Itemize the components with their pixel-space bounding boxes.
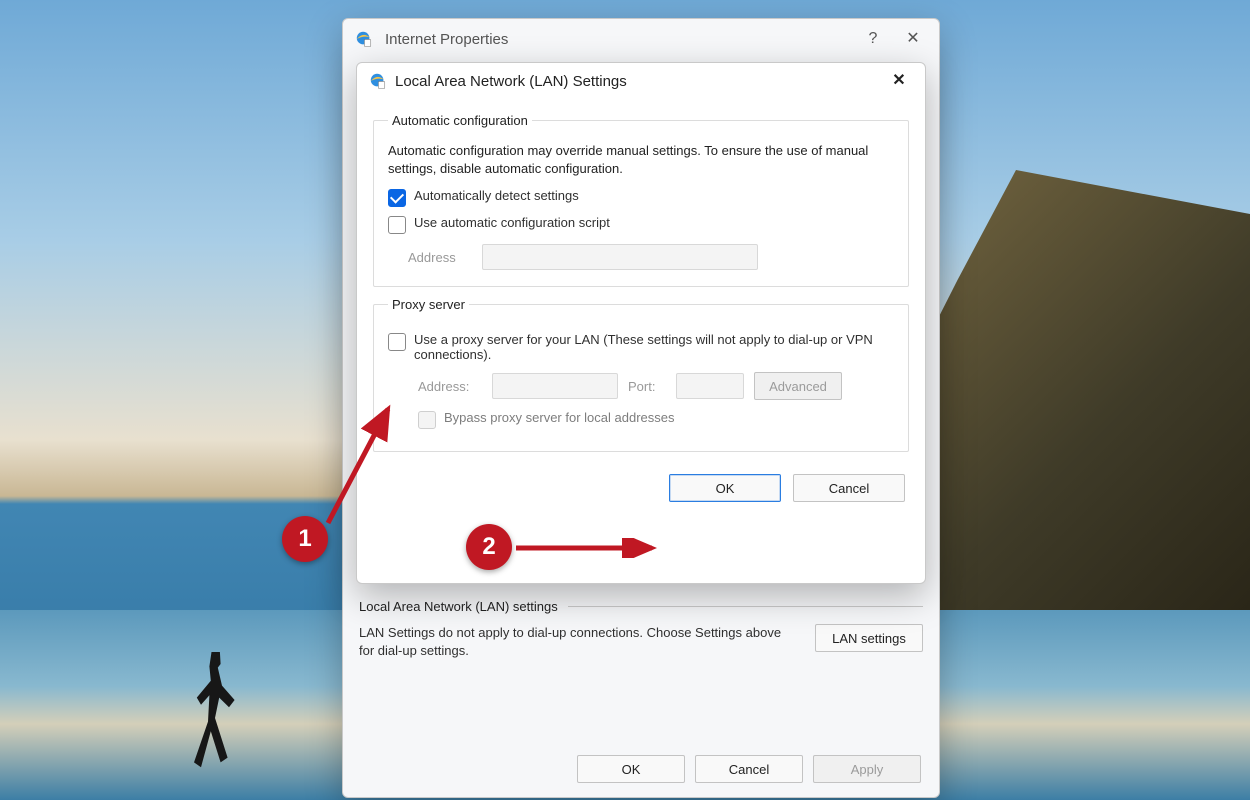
close-icon[interactable]: ✕	[879, 67, 919, 95]
lan-settings-title: Local Area Network (LAN) Settings	[395, 73, 879, 90]
close-icon[interactable]: ✕	[893, 25, 933, 53]
annotation-badge-1: 1	[282, 516, 328, 562]
internet-properties-actions: OK Cancel Apply	[577, 755, 921, 783]
automatic-configuration-legend: Automatic configuration	[388, 113, 532, 128]
bypass-local-label: Bypass proxy server for local addresses	[444, 410, 674, 425]
script-address-label: Address	[408, 250, 472, 265]
lan-section-desc: LAN Settings do not apply to dial-up con…	[359, 624, 797, 660]
lan-settings-titlebar[interactable]: Local Area Network (LAN) Settings ✕	[357, 63, 925, 99]
lan-settings-actions: OK Cancel	[373, 460, 909, 516]
lan-section-heading-row: Local Area Network (LAN) settings	[359, 599, 923, 614]
internet-properties-title: Internet Properties	[385, 31, 853, 48]
lan-settings-dialog: Local Area Network (LAN) Settings ✕ Auto…	[356, 62, 926, 584]
divider	[568, 606, 923, 607]
script-address-input	[482, 244, 758, 270]
internet-options-icon	[369, 72, 387, 90]
automatic-configuration-group: Automatic configuration Automatic config…	[373, 113, 909, 287]
use-config-script-checkbox[interactable]	[388, 216, 406, 234]
ip-cancel-button[interactable]: Cancel	[695, 755, 803, 783]
automatic-configuration-desc: Automatic configuration may override man…	[388, 142, 894, 178]
lan-settings-button[interactable]: LAN settings	[815, 624, 923, 652]
use-proxy-label: Use a proxy server for your LAN (These s…	[414, 332, 894, 362]
lan-cancel-button[interactable]: Cancel	[793, 474, 905, 502]
lan-ok-button[interactable]: OK	[669, 474, 781, 502]
auto-detect-checkbox[interactable]	[388, 189, 406, 207]
proxy-port-label: Port:	[628, 379, 666, 394]
proxy-advanced-button: Advanced	[754, 372, 842, 400]
proxy-port-input	[676, 373, 744, 399]
ip-ok-button[interactable]: OK	[577, 755, 685, 783]
lan-section-heading: Local Area Network (LAN) settings	[359, 599, 558, 614]
proxy-address-input	[492, 373, 618, 399]
internet-options-icon	[355, 30, 373, 48]
ip-apply-button: Apply	[813, 755, 921, 783]
help-button[interactable]: ?	[853, 25, 893, 53]
auto-detect-label: Automatically detect settings	[414, 188, 579, 203]
annotation-badge-2: 2	[466, 524, 512, 570]
use-config-script-label: Use automatic configuration script	[414, 215, 610, 230]
proxy-server-group: Proxy server Use a proxy server for your…	[373, 297, 909, 452]
use-proxy-checkbox[interactable]	[388, 333, 406, 351]
internet-properties-titlebar[interactable]: Internet Properties ? ✕	[343, 19, 939, 59]
bypass-local-checkbox	[418, 411, 436, 429]
proxy-server-legend: Proxy server	[388, 297, 469, 312]
proxy-address-label: Address:	[418, 379, 482, 394]
